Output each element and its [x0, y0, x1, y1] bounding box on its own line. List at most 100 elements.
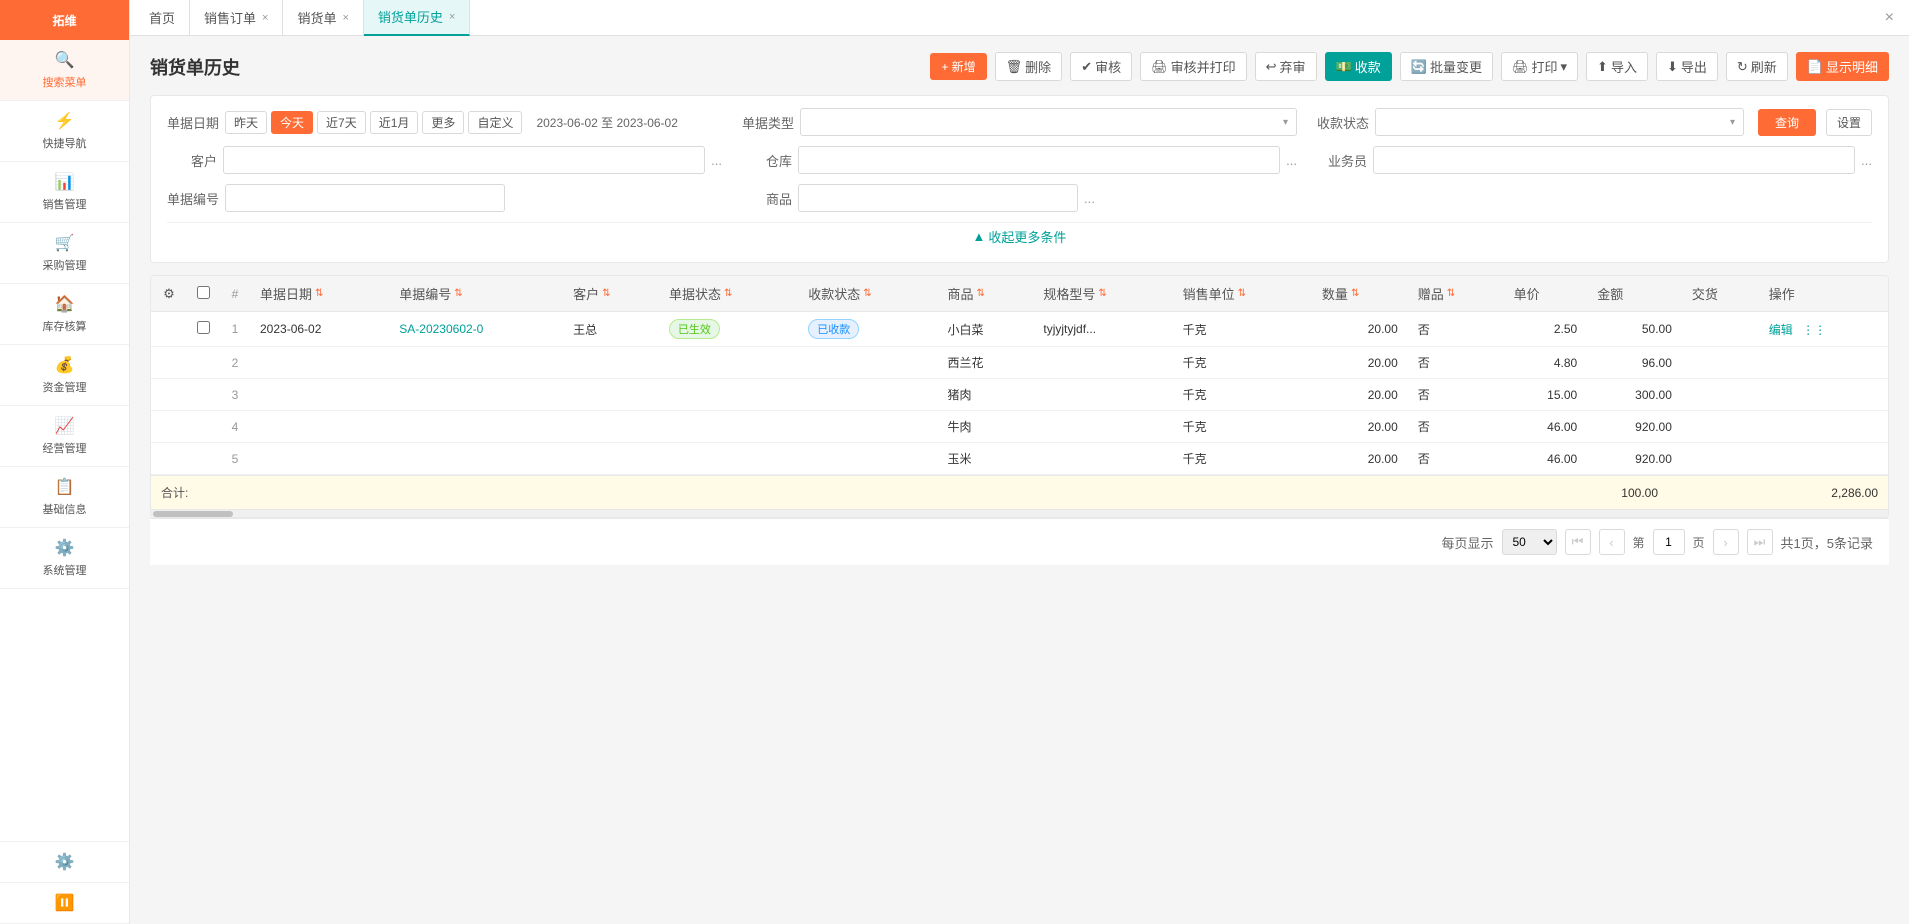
payment-status-select[interactable]: ▾	[1375, 108, 1744, 136]
cell-date: 2023-06-02	[250, 312, 389, 347]
cell-doc-status	[659, 347, 798, 379]
filter-warehouse: 仓库 ...	[742, 146, 1297, 174]
tab-sales-goods-close[interactable]: ×	[342, 12, 348, 24]
sidebar-item-purchase[interactable]: 🛒 采购管理	[0, 223, 129, 284]
cell-checkbox	[187, 347, 220, 379]
sort-icon: ⇅	[724, 288, 732, 299]
date-7days-btn[interactable]: 近7天	[317, 111, 366, 134]
new-button[interactable]: + 新增	[930, 53, 986, 80]
col-amount: 金额	[1587, 276, 1682, 312]
cell-goods: 玉米	[938, 443, 1034, 475]
col-doc-status[interactable]: 单据状态 ⇅	[659, 276, 798, 312]
date-more-btn[interactable]: 更多	[422, 111, 464, 134]
page-last-btn[interactable]: ⏭	[1747, 529, 1773, 555]
tabs-close-all-btn[interactable]: ×	[1875, 9, 1904, 27]
export-button[interactable]: ⬇ 导出	[1656, 52, 1718, 81]
cell-goods: 猪肉	[938, 379, 1034, 411]
doc-number-input[interactable]	[225, 184, 505, 212]
col-payment-status[interactable]: 收款状态 ⇅	[798, 276, 937, 312]
salesperson-input[interactable]	[1373, 146, 1855, 174]
tab-home[interactable]: 首页	[135, 0, 190, 36]
sidebar-item-basic[interactable]: 📋 基础信息	[0, 467, 129, 528]
date-today-btn[interactable]: 今天	[271, 111, 313, 134]
goods-dots[interactable]: ...	[1084, 191, 1095, 206]
more-action-link[interactable]: ⋮⋮	[1802, 323, 1826, 337]
col-goods[interactable]: 商品 ⇅	[938, 276, 1034, 312]
chart-icon: 📊	[55, 172, 75, 192]
delete-button[interactable]: 🗑 删除	[995, 52, 1063, 81]
cell-checkbox	[187, 443, 220, 475]
table-settings-icon[interactable]: ⚙	[163, 286, 175, 301]
import-button[interactable]: ⬆ 导入	[1586, 52, 1648, 81]
search-icon: 🔍	[55, 50, 75, 70]
date-yesterday-btn[interactable]: 昨天	[225, 111, 267, 134]
review-button[interactable]: ✔ 审核	[1070, 52, 1132, 81]
doc-type-select[interactable]: ▾	[800, 108, 1297, 136]
tab-sales-goods[interactable]: 销货单 ×	[283, 0, 363, 36]
tab-sales-order-close[interactable]: ×	[262, 12, 268, 24]
print-button[interactable]: 🖨 打印 ▾	[1501, 52, 1578, 81]
sidebar-item-system[interactable]: ⚙️ 系统管理	[0, 528, 129, 589]
page-number-input[interactable]	[1653, 529, 1685, 555]
page-next-btn[interactable]: ›	[1713, 529, 1739, 555]
col-doc-no[interactable]: 单据编号 ⇅	[389, 276, 563, 312]
per-page-select[interactable]: 50 100 200	[1502, 529, 1557, 555]
abandon-button[interactable]: ↩ 弃审	[1255, 52, 1317, 81]
collapse-arrow-icon: ▲	[973, 229, 986, 244]
tab-sales-history-close[interactable]: ×	[449, 11, 455, 23]
warehouse-dots[interactable]: ...	[1286, 153, 1297, 168]
settings-filter-button[interactable]: 设置	[1826, 109, 1872, 136]
review-print-button[interactable]: 🖨 审核并打印	[1140, 52, 1247, 81]
query-button[interactable]: 查询	[1758, 109, 1816, 136]
date-custom-btn[interactable]: 自定义	[468, 111, 522, 134]
edit-action-link[interactable]: 编辑	[1769, 323, 1793, 337]
cell-settings	[151, 411, 187, 443]
row-checkbox[interactable]	[197, 321, 210, 334]
sort-icon: ⇅	[977, 288, 985, 299]
col-unit[interactable]: 销售单位 ⇅	[1173, 276, 1312, 312]
sidebar-item-finance[interactable]: 💰 资金管理	[0, 345, 129, 406]
cell-gift: 否	[1408, 347, 1504, 379]
customer-input[interactable]	[223, 146, 705, 174]
sidebar-pause-btn[interactable]: ⏸️	[0, 883, 129, 924]
doc-no-link[interactable]: SA-20230602-0	[399, 322, 483, 336]
payment-status-badge: 已收款	[808, 319, 859, 339]
cell-action	[1759, 347, 1888, 379]
display-button[interactable]: 📄 显示明细	[1796, 52, 1889, 81]
sidebar-item-operations[interactable]: 📈 经营管理	[0, 406, 129, 467]
collect-button[interactable]: 💵 收款	[1325, 52, 1392, 81]
page-first-btn[interactable]: ⏮	[1565, 529, 1591, 555]
salesperson-dots[interactable]: ...	[1861, 153, 1872, 168]
page-prev-btn[interactable]: ‹	[1599, 529, 1625, 555]
refresh-button[interactable]: ↻ 刷新	[1726, 52, 1788, 81]
collapse-filter-btn[interactable]: ▲ 收起更多条件	[167, 222, 1872, 250]
sidebar-item-search[interactable]: 🔍 搜索菜单	[0, 40, 129, 101]
sidebar-item-inventory[interactable]: 🏠 库存核算	[0, 284, 129, 345]
col-gift[interactable]: 赠品 ⇅	[1408, 276, 1504, 312]
col-spec[interactable]: 规格型号 ⇅	[1033, 276, 1172, 312]
date-1month-btn[interactable]: 近1月	[370, 111, 419, 134]
cell-gift: 否	[1408, 443, 1504, 475]
scroll-thumb[interactable]	[153, 511, 233, 517]
tab-sales-history[interactable]: 销货单历史 ×	[364, 0, 470, 36]
payment-status-arrow-icon: ▾	[1730, 117, 1735, 128]
warehouse-input[interactable]	[798, 146, 1280, 174]
sidebar-item-sales[interactable]: 📊 销售管理	[0, 162, 129, 223]
sidebar-item-quicknav[interactable]: ⚡ 快捷导航	[0, 101, 129, 162]
table-scroll-bar[interactable]	[151, 509, 1888, 517]
tabs-bar: 首页 销售订单 × 销货单 × 销货单历史 × ×	[130, 0, 1909, 36]
col-customer[interactable]: 客户 ⇅	[563, 276, 659, 312]
tab-sales-order[interactable]: 销售订单 ×	[190, 0, 283, 36]
col-quantity[interactable]: 数量 ⇅	[1312, 276, 1408, 312]
col-doc-status-label: 单据状态	[669, 284, 721, 303]
batch-change-button[interactable]: 🔄 批量变更	[1400, 52, 1493, 81]
col-settings[interactable]: ⚙	[151, 276, 187, 312]
col-date[interactable]: 单据日期 ⇅	[250, 276, 389, 312]
customer-dots[interactable]: ...	[711, 153, 722, 168]
select-all-checkbox[interactable]	[197, 286, 210, 299]
cell-price: 46.00	[1504, 443, 1588, 475]
cell-price: 2.50	[1504, 312, 1588, 347]
goods-input[interactable]	[798, 184, 1078, 212]
cell-goods: 牛肉	[938, 411, 1034, 443]
sidebar-settings-btn[interactable]: ⚙️	[0, 842, 129, 883]
